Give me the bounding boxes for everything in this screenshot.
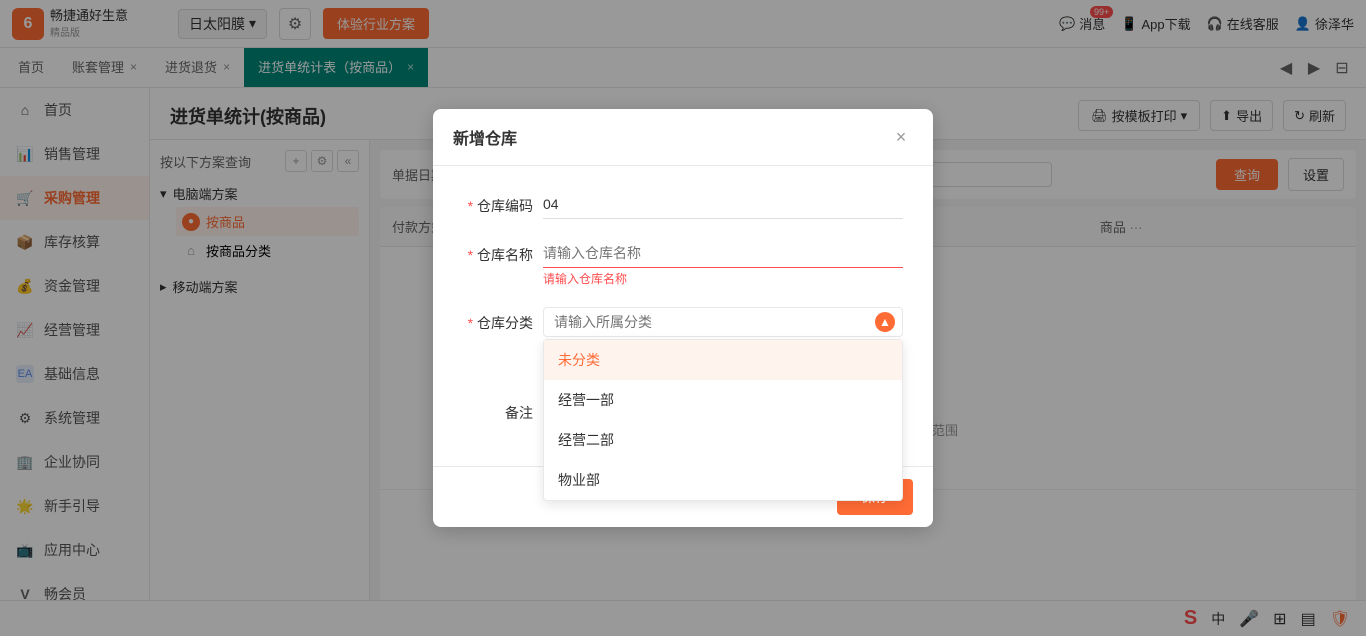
category-input[interactable] [543, 307, 903, 337]
modal-close-button[interactable]: × [889, 125, 913, 149]
modal-overlay[interactable]: 新增仓库 × 仓库编码 仓库名称 请输入仓库名称 仓库分类 [0, 0, 1366, 636]
code-input[interactable] [543, 190, 903, 219]
category-label: 仓库分类 [463, 307, 533, 333]
dropdown-item-unclassified[interactable]: 未分类 [544, 340, 902, 380]
modal-header: 新增仓库 × [433, 109, 933, 166]
modal-add-warehouse: 新增仓库 × 仓库编码 仓库名称 请输入仓库名称 仓库分类 [433, 109, 933, 527]
code-label: 仓库编码 [463, 190, 533, 216]
form-row-name: 仓库名称 请输入仓库名称 [463, 239, 903, 287]
modal-title: 新增仓库 [453, 125, 517, 149]
category-select-wrap: ▲ 未分类 经营一部 经营二部 物业部 [543, 307, 903, 337]
modal-body: 仓库编码 仓库名称 请输入仓库名称 仓库分类 ▲ [433, 166, 933, 466]
form-row-code: 仓库编码 [463, 190, 903, 219]
dropdown-item-ops1[interactable]: 经营一部 [544, 380, 902, 420]
name-label: 仓库名称 [463, 239, 533, 265]
name-error-msg: 请输入仓库名称 [543, 270, 903, 287]
name-field-wrap: 请输入仓库名称 [543, 239, 903, 287]
dropdown-item-ops2[interactable]: 经营二部 [544, 420, 902, 460]
code-field-wrap [543, 190, 903, 219]
name-input[interactable] [543, 239, 903, 268]
dropdown-item-property[interactable]: 物业部 [544, 460, 902, 500]
note-label: 备注 [463, 397, 533, 423]
category-toggle-icon[interactable]: ▲ [875, 312, 895, 332]
category-dropdown: 未分类 经营一部 经营二部 物业部 [543, 339, 903, 501]
form-row-category: 仓库分类 ▲ 未分类 经营一部 经营二部 物业部 [463, 307, 903, 337]
